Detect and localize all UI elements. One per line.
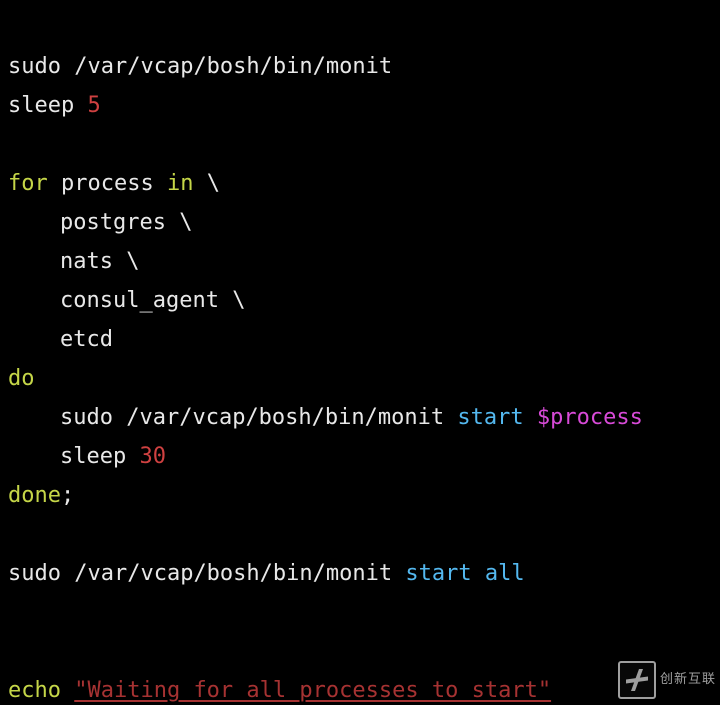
token-semi: ; [61, 483, 74, 508]
token-number: 30 [139, 444, 166, 469]
keyword-in: in [167, 171, 194, 196]
list-item-consul: consul_agent [60, 288, 219, 313]
string-literal: "Waiting for all processes to start" [74, 678, 551, 703]
list-item-etcd: etcd [60, 327, 113, 352]
code-block: sudo /var/vcap/bosh/bin/monit sleep 5 fo… [0, 0, 720, 705]
keyword-for: for [8, 171, 48, 196]
keyword-do: do [8, 366, 35, 391]
watermark: 创新互联 [618, 661, 716, 699]
keyword-done: done [8, 483, 61, 508]
token-sudo: sudo [60, 405, 113, 430]
token-number: 5 [87, 93, 100, 118]
token-backslash: \ [126, 249, 139, 274]
token-path: /var/vcap/bosh/bin/monit [74, 561, 392, 586]
token-backslash: \ [207, 171, 220, 196]
list-item-postgres: postgres [60, 210, 166, 235]
watermark-icon [618, 661, 656, 699]
watermark-text: 创新互联 [660, 673, 716, 687]
token-sudo: sudo [8, 561, 61, 586]
variable-process: $process [537, 405, 643, 430]
token-start: start [405, 561, 471, 586]
token-sleep: sleep [8, 93, 74, 118]
keyword-echo: echo [8, 678, 61, 703]
token-sudo: sudo [8, 54, 61, 79]
token-path: /var/vcap/bosh/bin/monit [126, 405, 444, 430]
token-backslash: \ [232, 288, 245, 313]
token-start: start [457, 405, 523, 430]
list-item-nats: nats [60, 249, 113, 274]
token-backslash: \ [179, 210, 192, 235]
token-var: process [61, 171, 154, 196]
token-all: all [485, 561, 525, 586]
token-path: /var/vcap/bosh/bin/monit [74, 54, 392, 79]
token-sleep: sleep [60, 444, 126, 469]
